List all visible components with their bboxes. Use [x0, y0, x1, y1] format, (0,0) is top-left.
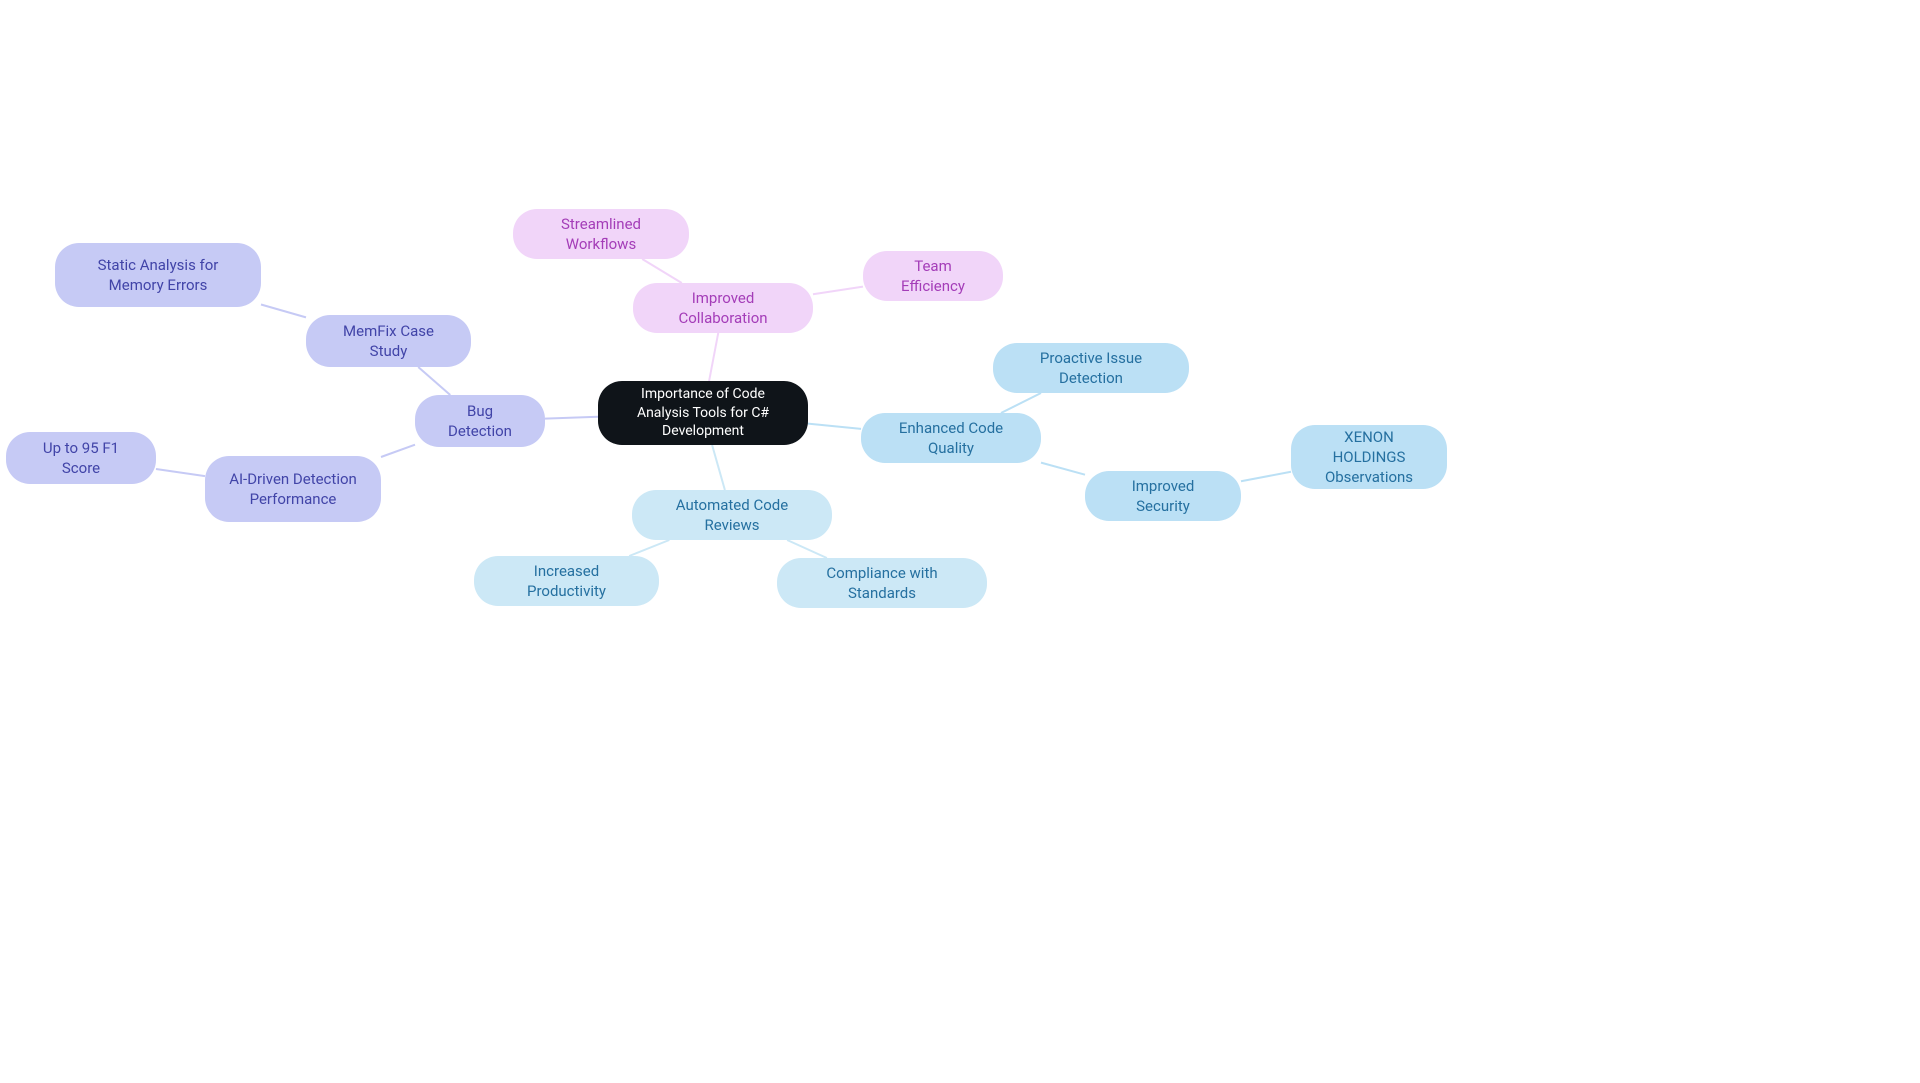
edge-enhancedQuality-proactive — [1001, 393, 1041, 413]
node-label: Streamlined Workflows — [533, 214, 669, 255]
node-bug-detection[interactable]: Bug Detection — [415, 395, 545, 447]
edge-center-automated — [712, 445, 725, 490]
node-label: Up to 95 F1 Score — [26, 438, 136, 479]
node-ai-driven-detection[interactable]: AI-Driven Detection Performance — [205, 456, 381, 522]
node-enhanced-code-quality[interactable]: Enhanced Code Quality — [861, 413, 1041, 463]
edge-center-bugDetection — [545, 417, 598, 419]
edge-automated-compliance — [787, 540, 827, 558]
edge-improvedCollab-teamEff — [813, 287, 863, 295]
node-label: Compliance with Standards — [797, 563, 967, 604]
edge-bugDetection-memfix — [418, 367, 450, 395]
edges-layer — [0, 0, 1920, 1083]
edge-bugDetection-aiDriven — [381, 445, 415, 457]
node-automated-code-reviews[interactable]: Automated Code Reviews — [632, 490, 832, 540]
node-label: XENON HOLDINGS Observations — [1311, 427, 1427, 488]
edge-center-improvedCollab — [709, 333, 718, 381]
node-label: Automated Code Reviews — [652, 495, 812, 536]
node-team-efficiency[interactable]: Team Efficiency — [863, 251, 1003, 301]
node-f1-score[interactable]: Up to 95 F1 Score — [6, 432, 156, 484]
node-xenon-holdings[interactable]: XENON HOLDINGS Observations — [1291, 425, 1447, 489]
edge-aiDriven-f1Score — [156, 469, 205, 476]
node-increased-productivity[interactable]: Increased Productivity — [474, 556, 659, 606]
node-improved-collaboration[interactable]: Improved Collaboration — [633, 283, 813, 333]
node-memfix-case-study[interactable]: MemFix Case Study — [306, 315, 471, 367]
node-label: MemFix Case Study — [326, 321, 451, 362]
edge-improvedSecurity-xenon — [1241, 472, 1291, 481]
edge-memfix-staticAnalysis — [261, 304, 306, 317]
node-improved-security[interactable]: Improved Security — [1085, 471, 1241, 521]
edge-center-enhancedQuality — [808, 424, 861, 429]
edge-enhancedQuality-improvedSecurity — [1041, 463, 1085, 475]
edge-improvedCollab-streamlined — [642, 259, 682, 283]
node-label: Enhanced Code Quality — [881, 418, 1021, 459]
node-proactive-issue-detection[interactable]: Proactive Issue Detection — [993, 343, 1189, 393]
node-static-analysis[interactable]: Static Analysis for Memory Errors — [55, 243, 261, 307]
node-compliance-standards[interactable]: Compliance with Standards — [777, 558, 987, 608]
node-label: Static Analysis for Memory Errors — [75, 255, 241, 296]
node-streamlined-workflows[interactable]: Streamlined Workflows — [513, 209, 689, 259]
node-label: Increased Productivity — [494, 561, 639, 602]
node-label: AI-Driven Detection Performance — [225, 469, 361, 510]
node-label: Bug Detection — [435, 401, 525, 442]
node-label: Improved Security — [1105, 476, 1221, 517]
node-label: Team Efficiency — [883, 256, 983, 297]
edge-automated-increasedProd — [629, 540, 669, 556]
node-label: Improved Collaboration — [653, 288, 793, 329]
center-label: Importance of Code Analysis Tools for C#… — [618, 385, 788, 442]
node-label: Proactive Issue Detection — [1013, 348, 1169, 389]
center-node[interactable]: Importance of Code Analysis Tools for C#… — [598, 381, 808, 445]
